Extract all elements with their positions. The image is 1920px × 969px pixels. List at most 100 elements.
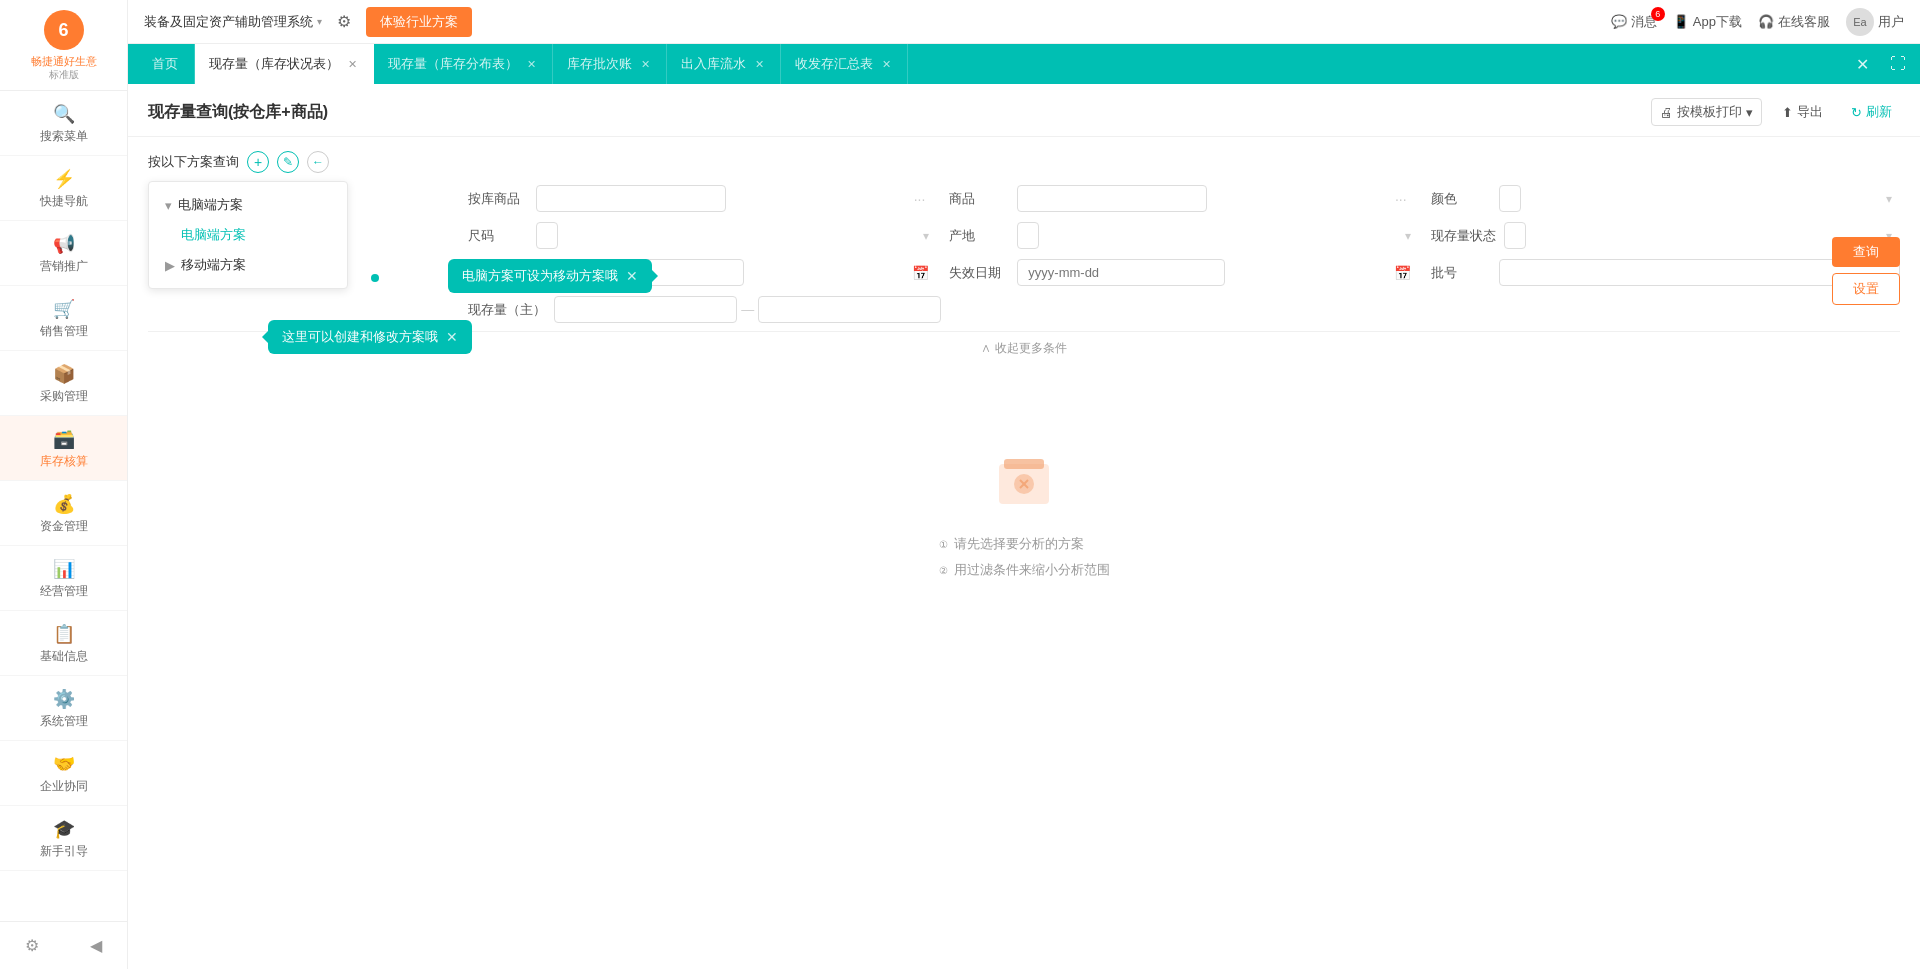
size-select[interactable]: [536, 222, 558, 249]
filter-rows: 按库商品 ··· 商品 ···: [148, 185, 1900, 323]
tab-close-inventory-status[interactable]: ✕: [345, 57, 359, 71]
expire-date-input[interactable]: [1017, 259, 1225, 286]
quick-icon: ⚡: [53, 168, 75, 190]
collapse-sidebar-btn[interactable]: ◀: [86, 932, 106, 959]
goods-input-wrap: ···: [1017, 185, 1418, 212]
tab-bar: 首页 现存量（库存状况表） ✕ 现存量（库存分布表） ✕ 库存批次账 ✕ 出入库…: [128, 44, 1920, 84]
sidebar-item-enterprise[interactable]: 🤝 企业协同: [0, 741, 127, 806]
sidebar-item-basic[interactable]: 📋 基础信息: [0, 611, 127, 676]
filter-add-btn[interactable]: +: [247, 151, 269, 173]
message-count-badge: 6: [1651, 7, 1665, 21]
expand-tabs-btn[interactable]: ⛶: [1884, 50, 1912, 78]
page-content: 现存量查询(按仓库+商品) 🖨 按模板打印 ▾ ⬆ 导出 ↻ 刷新: [128, 84, 1920, 969]
sidebar-item-label: 采购管理: [40, 388, 88, 405]
warehouse-input-wrap: ···: [536, 185, 937, 212]
search-btn[interactable]: 查询: [1832, 237, 1900, 267]
online-support-label: 在线客服: [1778, 13, 1830, 31]
export-label: 导出: [1797, 103, 1823, 121]
print-btn[interactable]: 🖨 按模板打印 ▾: [1651, 98, 1762, 126]
empty-tip-1: 请先选择要分析的方案: [939, 531, 1110, 557]
sidebar-item-search[interactable]: 🔍 搜索菜单: [0, 91, 127, 156]
scheme-mobile-group[interactable]: ▶ 移动端方案: [149, 250, 347, 280]
size-select-wrap: ▾: [536, 222, 937, 249]
tab-collect-summary[interactable]: 收发存汇总表 ✕: [781, 44, 908, 84]
tooltip-scheme-2: 这里可以创建和修改方案哦 ✕: [268, 320, 472, 354]
filter-edit-btn[interactable]: ✎: [277, 151, 299, 173]
filter-field-size: 尺码 ▾: [468, 222, 937, 249]
filter-header: 按以下方案查询 + ✎ ←: [148, 151, 1900, 173]
sidebar-item-label: 经营管理: [40, 583, 88, 600]
sales-icon: 🛒: [53, 298, 75, 320]
sidebar-item-purchase[interactable]: 📦 采购管理: [0, 351, 127, 416]
close-all-tabs-btn[interactable]: ✕: [1848, 50, 1876, 78]
tab-home-label: 首页: [152, 55, 178, 73]
sidebar-item-guide[interactable]: 🎓 新手引导: [0, 806, 127, 871]
tab-close-collect-summary[interactable]: ✕: [879, 57, 893, 71]
filter-field-goods: 商品 ···: [949, 185, 1418, 212]
stock-main-range: —: [554, 296, 941, 323]
filter-arrow-btn[interactable]: ←: [307, 151, 329, 173]
tooltip2-text: 这里可以创建和修改方案哦: [282, 328, 438, 346]
chevron-down-icon: ▾: [1886, 192, 1892, 206]
origin-select[interactable]: [1017, 222, 1039, 249]
scheme-desktop-group[interactable]: ▾ 电脑端方案: [149, 190, 347, 220]
reset-btn[interactable]: 设置: [1832, 273, 1900, 305]
message-btn[interactable]: 💬 消息 6: [1611, 13, 1657, 31]
goods-label: 商品: [949, 190, 1009, 208]
sidebar-item-finance[interactable]: 💰 资金管理: [0, 481, 127, 546]
basic-icon: 📋: [53, 623, 75, 645]
operation-icon: 📊: [53, 558, 75, 580]
tab-inventory-status[interactable]: 现存量（库存状况表） ✕: [195, 44, 374, 84]
page-actions: 🖨 按模板打印 ▾ ⬆ 导出 ↻ 刷新: [1651, 98, 1900, 126]
online-support-btn[interactable]: 🎧 在线客服: [1758, 13, 1830, 31]
sidebar-item-marketing[interactable]: 📢 营销推广: [0, 221, 127, 286]
system-selector[interactable]: 装备及固定资产辅助管理系统 ▾: [144, 13, 322, 31]
chevron-right-icon: ▶: [165, 258, 175, 273]
sidebar-item-sales[interactable]: 🛒 销售管理: [0, 286, 127, 351]
goods-more-icon[interactable]: ···: [1391, 191, 1411, 207]
stock-main-max-input[interactable]: [758, 296, 941, 323]
expire-date-input-wrap: 📅: [1017, 259, 1418, 286]
sidebar-nav: 🔍 搜索菜单 ⚡ 快捷导航 📢 营销推广 🛒 销售管理 📦 采购管理 🗃️ 库存…: [0, 91, 127, 921]
tab-home[interactable]: 首页: [136, 44, 195, 84]
stock-status-select[interactable]: [1504, 222, 1526, 249]
filter-row-2: 尺码 ▾ 产地 ▾: [468, 222, 1900, 249]
sidebar-item-label: 企业协同: [40, 778, 88, 795]
tooltip1-close-btn[interactable]: ✕: [626, 268, 638, 284]
app-download-label: App下载: [1693, 13, 1742, 31]
scheme-desktop-group-label: 电脑端方案: [178, 196, 243, 214]
tab-in-out-flow[interactable]: 出入库流水 ✕: [667, 44, 781, 84]
tooltip2-close-btn[interactable]: ✕: [446, 329, 458, 345]
stock-main-min-input[interactable]: [554, 296, 737, 323]
tab-batch-account[interactable]: 库存批次账 ✕: [553, 44, 667, 84]
sidebar-item-system[interactable]: ⚙️ 系统管理: [0, 676, 127, 741]
stock-main-label: 现存量（主）: [468, 301, 546, 319]
sidebar-item-operation[interactable]: 📊 经营管理: [0, 546, 127, 611]
export-btn[interactable]: ⬆ 导出: [1774, 99, 1831, 125]
tab-close-in-out-flow[interactable]: ✕: [752, 57, 766, 71]
industry-btn[interactable]: 体验行业方案: [366, 7, 472, 37]
tab-close-batch-account[interactable]: ✕: [638, 57, 652, 71]
range-dash: —: [741, 302, 754, 317]
chevron-down-icon: ▾: [1405, 229, 1411, 243]
settings-btn[interactable]: ⚙: [21, 932, 43, 959]
warehouse-input[interactable]: [536, 185, 726, 212]
warehouse-more-icon[interactable]: ···: [910, 191, 930, 207]
sidebar-item-quick[interactable]: ⚡ 快捷导航: [0, 156, 127, 221]
refresh-btn[interactable]: ↻ 刷新: [1843, 99, 1900, 125]
app-download-btn[interactable]: 📱 App下载: [1673, 13, 1742, 31]
phone-icon: 📱: [1673, 14, 1689, 29]
inventory-icon: 🗃️: [53, 428, 75, 450]
sidebar-item-inventory[interactable]: 🗃️ 库存核算: [0, 416, 127, 481]
gear-button[interactable]: ⚙: [330, 8, 358, 36]
purchase-icon: 📦: [53, 363, 75, 385]
tab-inventory-dist[interactable]: 现存量（库存分布表） ✕: [374, 44, 553, 84]
main-content: 装备及固定资产辅助管理系统 ▾ ⚙ 体验行业方案 💬 消息 6 📱 App下载 …: [128, 0, 1920, 969]
tab-close-inventory-dist[interactable]: ✕: [524, 57, 538, 71]
user-btn[interactable]: Ea 用户: [1846, 8, 1904, 36]
empty-tip-2: 用过滤条件来缩小分析范围: [939, 557, 1110, 583]
scheme-desktop-item[interactable]: 电脑端方案: [149, 220, 347, 250]
system-name: 装备及固定资产辅助管理系统: [144, 13, 313, 31]
goods-input[interactable]: [1017, 185, 1207, 212]
color-select[interactable]: [1499, 185, 1521, 212]
